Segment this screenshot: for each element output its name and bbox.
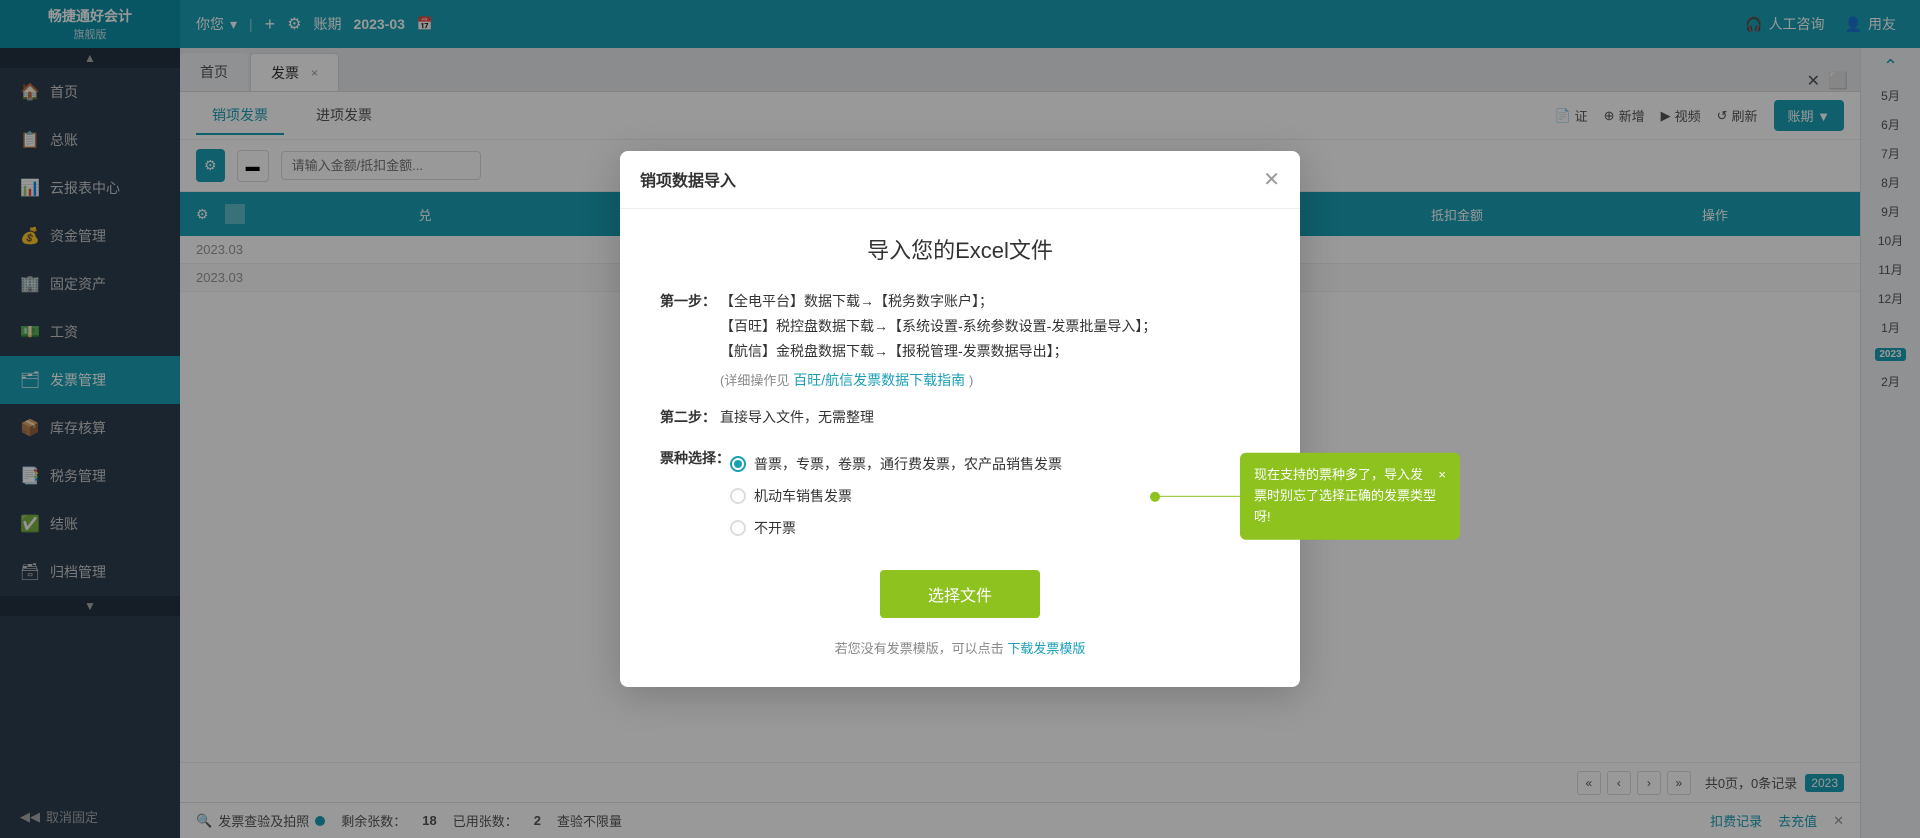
step1-line2: 【百旺】税控盘数据下载→【系统设置-系统参数设置-发票批量导入】；: [720, 314, 1156, 339]
modal-main-title: 导入您的Excel文件: [660, 233, 1260, 265]
radio-circle-3: [730, 520, 746, 536]
radio-circle-1: [730, 456, 746, 472]
modal-close-btn[interactable]: ✕: [1263, 167, 1280, 192]
step1-note-end: ): [969, 373, 973, 388]
step1-line3: 【航信】金税盘数据下载→【报税管理-发票数据导出】；: [720, 339, 1156, 364]
tooltip-bubble: × 现在支持的票种多了，导入发票时别忘了选择正确的发票类型呀!: [1240, 453, 1460, 539]
step2-label: 第二步：: [660, 407, 720, 427]
radio-label-3: 不开票: [754, 518, 796, 538]
radio-label-2: 机动车销售发票: [754, 486, 852, 506]
import-modal: 销项数据导入 ✕ 导入您的Excel文件 第一步： 【全电平台】数据下载→【税务…: [620, 151, 1300, 688]
radio-group: 普票，专票，卷票，通行费发票，农产品销售发票 机动车销售发票: [730, 454, 1062, 538]
tooltip-line: [1160, 496, 1240, 497]
step1-note: (详细操作见: [720, 373, 789, 388]
template-note-text: 若您没有发票模版，可以点击: [835, 641, 1004, 656]
tooltip-connector: × 现在支持的票种多了，导入发票时别忘了选择正确的发票类型呀!: [1150, 453, 1460, 539]
modal-header: 销项数据导入 ✕: [620, 151, 1300, 209]
modal-title: 销项数据导入: [640, 167, 736, 191]
ticket-label: 票种选择：: [660, 448, 730, 468]
modal-body: 导入您的Excel文件 第一步： 【全电平台】数据下载→【税务数字账户】； 【百…: [620, 209, 1300, 688]
radio-item-3[interactable]: 不开票: [730, 518, 1062, 538]
radio-item-1[interactable]: 普票，专票，卷票，通行费发票，农产品销售发票: [730, 454, 1062, 474]
ticket-row: 票种选择： 普票，专票，卷票，通行费发票，农产品销售发票 机动车销售发票: [660, 446, 1260, 546]
radio-circle-2: [730, 488, 746, 504]
tooltip-text: 现在支持的票种多了，导入发票时别忘了选择正确的发票类型呀!: [1254, 467, 1436, 524]
step1-link[interactable]: 百旺/航信发票数据下载指南: [793, 372, 965, 388]
select-file-btn[interactable]: 选择文件: [880, 570, 1040, 618]
step1-line1: 【全电平台】数据下载→【税务数字账户】；: [720, 289, 1156, 314]
step2-row: 第二步： 直接导入文件，无需整理: [660, 405, 1260, 430]
step1-label: 第一步：: [660, 291, 720, 311]
step1-note-row: (详细操作见 百旺/航信发票数据下载指南 ): [720, 368, 1156, 393]
step1-content: 【全电平台】数据下载→【税务数字账户】； 【百旺】税控盘数据下载→【系统设置-系…: [720, 289, 1156, 394]
step1-row: 第一步： 【全电平台】数据下载→【税务数字账户】； 【百旺】税控盘数据下载→【系…: [660, 289, 1260, 394]
tooltip-dot: [1150, 491, 1160, 501]
radio-container: 普票，专票，卷票，通行费发票，农产品销售发票 机动车销售发票: [730, 446, 1062, 546]
template-download-link[interactable]: 下载发票模版: [1007, 641, 1085, 656]
tooltip-close-btn[interactable]: ×: [1438, 465, 1446, 486]
radio-item-2[interactable]: 机动车销售发票 × 现在支持的票种多了，导入发票时别忘了选择正确的发票类型呀!: [730, 486, 1062, 506]
step2-content: 直接导入文件，无需整理: [720, 405, 874, 430]
template-note: 若您没有发票模版，可以点击 下载发票模版: [660, 638, 1260, 657]
radio-label-1: 普票，专票，卷票，通行费发票，农产品销售发票: [754, 454, 1062, 474]
modal-overlay: 销项数据导入 ✕ 导入您的Excel文件 第一步： 【全电平台】数据下载→【税务…: [0, 0, 1920, 838]
